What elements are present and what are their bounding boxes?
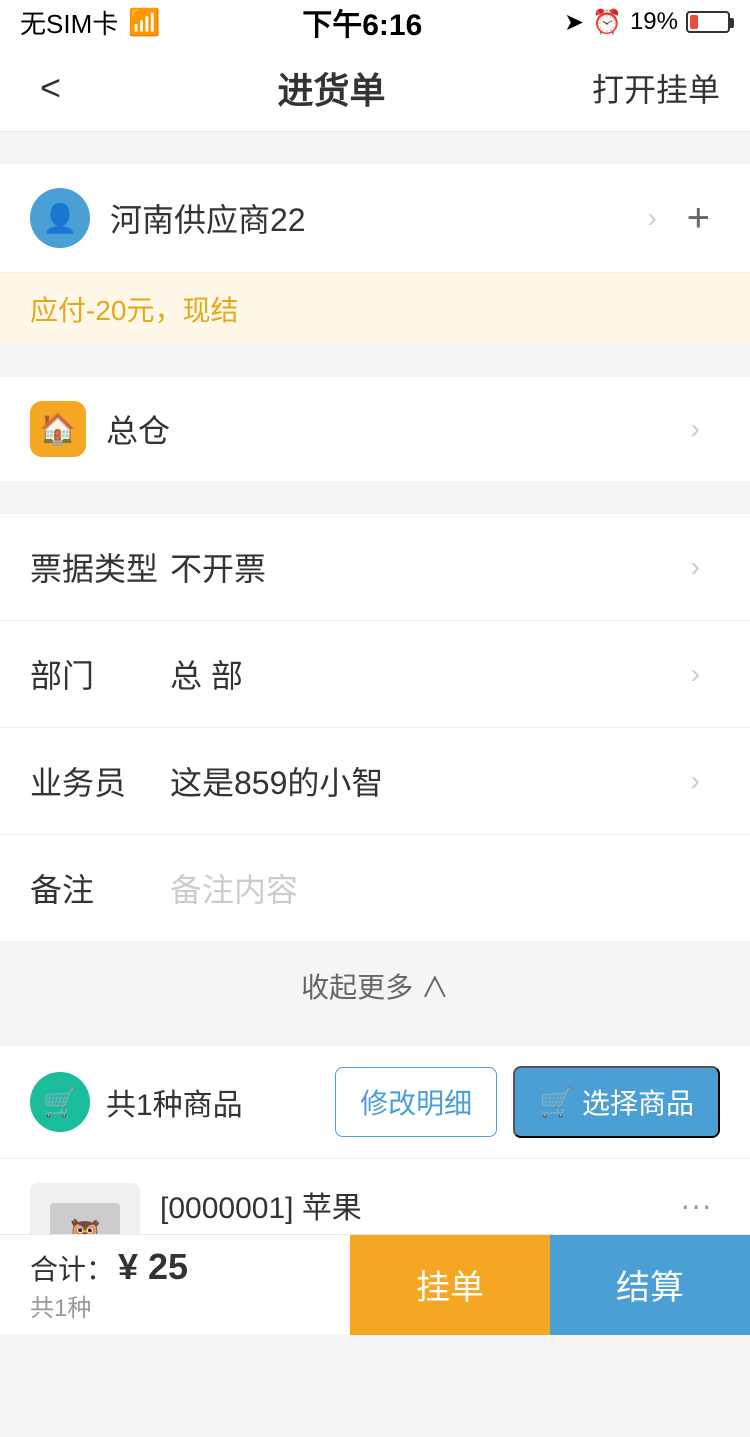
back-button[interactable]: < (30, 57, 71, 119)
warehouse-section: 🏠 总仓 › (0, 377, 750, 481)
supplier-avatar: 👤 (30, 188, 90, 248)
location-icon: ➤ (564, 8, 584, 37)
battery-icon (686, 11, 730, 33)
collapse-button[interactable]: 收起更多 ∧ (0, 942, 750, 1030)
product-header: 🛒 共1种商品 修改明细 🛒 选择商品 (0, 1046, 750, 1158)
total-label: 合计： (30, 1248, 114, 1288)
dept-row[interactable]: 部门 总 部 › (0, 620, 750, 727)
salesman-chevron-icon: › (691, 765, 700, 797)
nav-bar: < 进货单 打开挂单 (0, 44, 750, 132)
supplier-name: 河南供应商22 (110, 195, 647, 241)
remark-input[interactable]: 备注内容 (170, 865, 720, 911)
notice-bar: 应付-20元，现结 (0, 273, 750, 345)
warehouse-name: 总仓 (106, 406, 691, 452)
alarm-icon: ⏰ (592, 8, 622, 37)
select-product-label: 选择商品 (582, 1082, 694, 1122)
total-amount: ¥ 25 (118, 1246, 188, 1288)
warehouse-row[interactable]: 🏠 总仓 › (0, 377, 750, 481)
invoice-value: 不开票 (170, 544, 691, 590)
salesman-value: 这是859的小智 (170, 758, 691, 804)
product-code: [0000001] (160, 1192, 293, 1225)
status-time: 下午6:16 (302, 0, 422, 44)
bottom-spacer (0, 1317, 750, 1437)
product-count: 共1种商品 (106, 1080, 319, 1124)
divider-2 (0, 345, 750, 361)
edit-detail-button[interactable]: 修改明细 (335, 1067, 497, 1137)
dept-value: 总 部 (170, 651, 691, 697)
status-right: ➤ ⏰ 19% (564, 8, 730, 37)
supplier-section: 👤 河南供应商22 › + 应付-20元，现结 (0, 164, 750, 345)
invoice-row[interactable]: 票据类型 不开票 › (0, 513, 750, 620)
invoice-chevron-icon: › (691, 551, 700, 583)
divider-1 (0, 132, 750, 148)
dept-chevron-icon: › (691, 658, 700, 690)
wifi-icon: 📶 (128, 7, 160, 38)
remark-row[interactable]: 备注 备注内容 (0, 834, 750, 941)
open-pending-button[interactable]: 打开挂单 (592, 65, 720, 111)
product-name: [0000001] 苹果 (160, 1183, 652, 1227)
form-section: 票据类型 不开票 › 部门 总 部 › 业务员 这是859的小智 › 备注 备注… (0, 513, 750, 941)
select-product-icon: 🛒 (539, 1086, 574, 1119)
invoice-label: 票据类型 (30, 544, 170, 590)
page-title: 进货单 (278, 62, 386, 114)
hang-button[interactable]: 挂单 (350, 1235, 550, 1335)
person-icon: 👤 (43, 202, 78, 235)
status-bar: 无SIM卡 📶 下午6:16 ➤ ⏰ 19% (0, 0, 750, 44)
total-count: 共1种 (30, 1288, 320, 1323)
cart-icon: 🛒 (43, 1086, 78, 1119)
salesman-label: 业务员 (30, 758, 170, 804)
supplier-chevron-icon: › (647, 202, 656, 234)
battery-text: 19% (630, 8, 678, 36)
dept-label: 部门 (30, 651, 170, 697)
status-left: 无SIM卡 📶 (20, 4, 161, 41)
remark-label: 备注 (30, 865, 170, 911)
bottom-bar: 合计： ¥ 25 共1种 挂单 结算 (0, 1234, 750, 1334)
notice-text: 应付-20元，现结 (30, 295, 238, 326)
product-title: 苹果 (302, 1192, 362, 1225)
supplier-row: 👤 河南供应商22 › + (0, 164, 750, 273)
warehouse-icon: 🏠 (30, 401, 86, 457)
add-button[interactable]: + (677, 196, 720, 241)
total-section: 合计： ¥ 25 共1种 (0, 1246, 350, 1323)
salesman-row[interactable]: 业务员 这是859的小智 › (0, 727, 750, 834)
select-product-button[interactable]: 🛒 选择商品 (513, 1066, 720, 1138)
warehouse-chevron-icon: › (691, 413, 700, 445)
product-icon: 🛒 (30, 1072, 90, 1132)
carrier-text: 无SIM卡 (20, 4, 118, 41)
more-button[interactable]: ··· (672, 1183, 720, 1228)
divider-3 (0, 481, 750, 497)
checkout-button[interactable]: 结算 (550, 1235, 750, 1335)
